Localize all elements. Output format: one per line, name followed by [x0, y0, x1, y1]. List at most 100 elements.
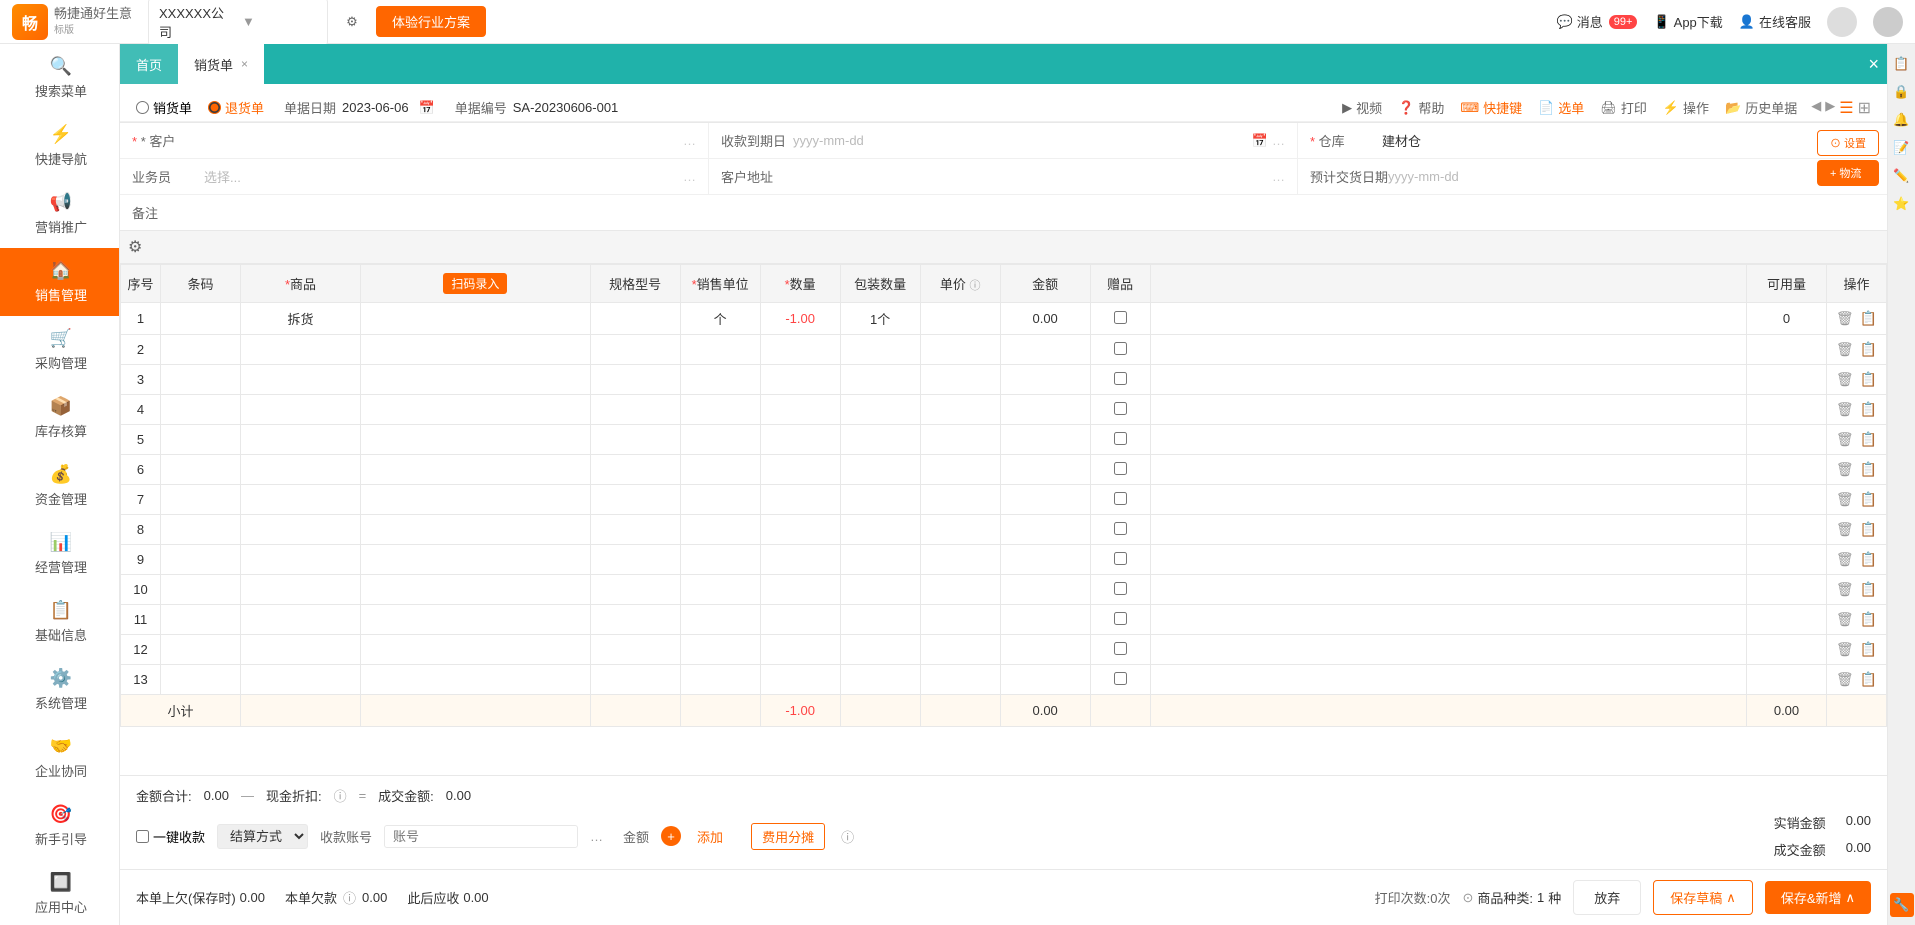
delete-row-icon[interactable]: 🗑	[1836, 581, 1854, 598]
copy-row-icon[interactable]: 📋	[1860, 521, 1877, 538]
sidebar-item-operations[interactable]: 📊 经营管理	[0, 520, 119, 588]
payment-due-calendar-icon[interactable]: 📅	[1252, 133, 1268, 149]
delete-row-icon[interactable]: 🗑	[1836, 310, 1854, 327]
gift-checkbox[interactable]	[1114, 552, 1127, 565]
salesperson-dots[interactable]: …	[683, 169, 696, 184]
cell-qty[interactable]	[760, 545, 840, 575]
cell-unit[interactable]	[680, 545, 760, 575]
payment-due-input[interactable]: yyyy-mm-dd	[793, 133, 1248, 148]
cell-gift[interactable]	[1090, 395, 1150, 425]
copy-row-icon[interactable]: 📋	[1860, 491, 1877, 508]
copy-row-icon[interactable]: 📋	[1860, 371, 1877, 388]
cell-price[interactable]	[920, 485, 1000, 515]
cell-price[interactable]	[920, 335, 1000, 365]
cell-barcode[interactable]	[161, 545, 241, 575]
cell-qty[interactable]	[760, 665, 840, 695]
cell-amount[interactable]	[1000, 665, 1090, 695]
gift-checkbox[interactable]	[1114, 402, 1127, 415]
help-btn[interactable]: ❓ 帮助	[1392, 94, 1450, 121]
cell-gift[interactable]	[1090, 665, 1150, 695]
cell-unit[interactable]	[680, 485, 760, 515]
cell-gift[interactable]	[1090, 365, 1150, 395]
gift-checkbox[interactable]	[1114, 311, 1127, 324]
salesperson-input[interactable]: 选择...	[204, 167, 679, 186]
col-header-scan[interactable]: 扫码录入	[361, 265, 591, 303]
cell-product[interactable]	[241, 425, 361, 455]
cell-amount[interactable]: 0.00	[1000, 303, 1090, 335]
app-download-nav[interactable]: 📱 App下载	[1653, 12, 1722, 31]
sidebar-item-newbie[interactable]: 🎯 新手引导	[0, 792, 119, 860]
cell-qty[interactable]	[760, 485, 840, 515]
cell-price[interactable]	[920, 605, 1000, 635]
cell-pkgqty[interactable]	[840, 605, 920, 635]
cell-spec[interactable]	[590, 605, 680, 635]
cell-product[interactable]	[241, 605, 361, 635]
cell-amount[interactable]	[1000, 485, 1090, 515]
settings-action-btn[interactable]: ⊙ 设置	[1817, 130, 1879, 156]
cell-spec[interactable]	[590, 485, 680, 515]
cell-amount[interactable]	[1000, 575, 1090, 605]
payment-due-dots[interactable]: …	[1272, 133, 1285, 148]
tab-close-icon[interactable]: ×	[241, 57, 248, 71]
cell-gift[interactable]	[1090, 485, 1150, 515]
sidebar-item-purchase[interactable]: 🛒 采购管理	[0, 316, 119, 384]
cell-product[interactable]	[241, 545, 361, 575]
right-panel-btn-4[interactable]: 📝	[1890, 136, 1914, 160]
avatar2[interactable]	[1873, 7, 1903, 37]
cell-unit[interactable]	[680, 665, 760, 695]
history-btn[interactable]: 📂 历史单据	[1719, 94, 1803, 121]
video-btn[interactable]: ▶ 视频	[1336, 94, 1388, 121]
save-draft-button[interactable]: 保存草稿 ∧	[1653, 880, 1753, 915]
cell-product[interactable]: 拆货	[241, 303, 361, 335]
tab-bar-close-icon[interactable]: ×	[1868, 54, 1879, 75]
calc-method-select[interactable]: 结算方式	[217, 824, 308, 849]
abandon-button[interactable]: 放弃	[1573, 880, 1641, 915]
sidebar-item-apps[interactable]: 🔲 应用中心	[0, 860, 119, 925]
table-view-icon[interactable]: ☰	[1839, 98, 1853, 118]
date-calendar-icon[interactable]: 📅	[419, 100, 435, 116]
cell-barcode[interactable]	[161, 635, 241, 665]
cell-unit[interactable]	[680, 395, 760, 425]
cell-price[interactable]	[920, 545, 1000, 575]
delete-row-icon[interactable]: 🗑	[1836, 401, 1854, 418]
right-panel-btn-7[interactable]: 🔧	[1890, 893, 1914, 917]
cell-amount[interactable]	[1000, 605, 1090, 635]
settings-icon[interactable]: ⚙	[336, 6, 368, 38]
sidebar-item-quick-nav[interactable]: ⚡ 快捷导航	[0, 112, 119, 180]
cell-amount[interactable]	[1000, 395, 1090, 425]
cell-spec[interactable]	[590, 635, 680, 665]
copy-row-icon[interactable]: 📋	[1860, 341, 1877, 358]
cell-price[interactable]	[920, 365, 1000, 395]
sidebar-item-system[interactable]: ⚙️ 系统管理	[0, 656, 119, 724]
expected-delivery-input[interactable]: yyyy-mm-dd	[1388, 169, 1855, 184]
right-panel-btn-3[interactable]: 🔔	[1890, 108, 1914, 132]
service-nav[interactable]: 👤 在线客服	[1739, 12, 1811, 31]
cell-pkgqty[interactable]: 1个	[840, 303, 920, 335]
cell-barcode[interactable]	[161, 395, 241, 425]
radio-return-order[interactable]: 退货单	[208, 98, 264, 117]
sidebar-item-marketing[interactable]: 📢 营销推广	[0, 180, 119, 248]
cell-qty[interactable]	[760, 575, 840, 605]
cell-price[interactable]	[920, 635, 1000, 665]
cell-barcode[interactable]	[161, 303, 241, 335]
cell-unit[interactable]	[680, 425, 760, 455]
right-panel-btn-2[interactable]: 🔒	[1890, 80, 1914, 104]
cell-price[interactable]	[920, 395, 1000, 425]
next-icon[interactable]: ▶	[1825, 98, 1835, 118]
cell-spec[interactable]	[590, 395, 680, 425]
copy-row-icon[interactable]: 📋	[1860, 431, 1877, 448]
cell-qty[interactable]: -1.00	[760, 303, 840, 335]
cell-product[interactable]	[241, 485, 361, 515]
delete-row-icon[interactable]: 🗑	[1836, 491, 1854, 508]
debt-info-icon[interactable]: ⓘ	[343, 888, 356, 907]
company-selector[interactable]: XXXXXX公司 ▼	[148, 0, 328, 46]
cell-gift[interactable]	[1090, 455, 1150, 485]
delete-row-icon[interactable]: 🗑	[1836, 461, 1854, 478]
copy-row-icon[interactable]: 📋	[1860, 551, 1877, 568]
delete-row-icon[interactable]: 🗑	[1836, 371, 1854, 388]
save-new-button[interactable]: 保存&新增 ∧	[1765, 881, 1871, 914]
cell-unit[interactable]	[680, 515, 760, 545]
cell-unit[interactable]	[680, 575, 760, 605]
table-settings-icon[interactable]: ⚙	[128, 237, 142, 257]
cell-spec[interactable]	[590, 515, 680, 545]
